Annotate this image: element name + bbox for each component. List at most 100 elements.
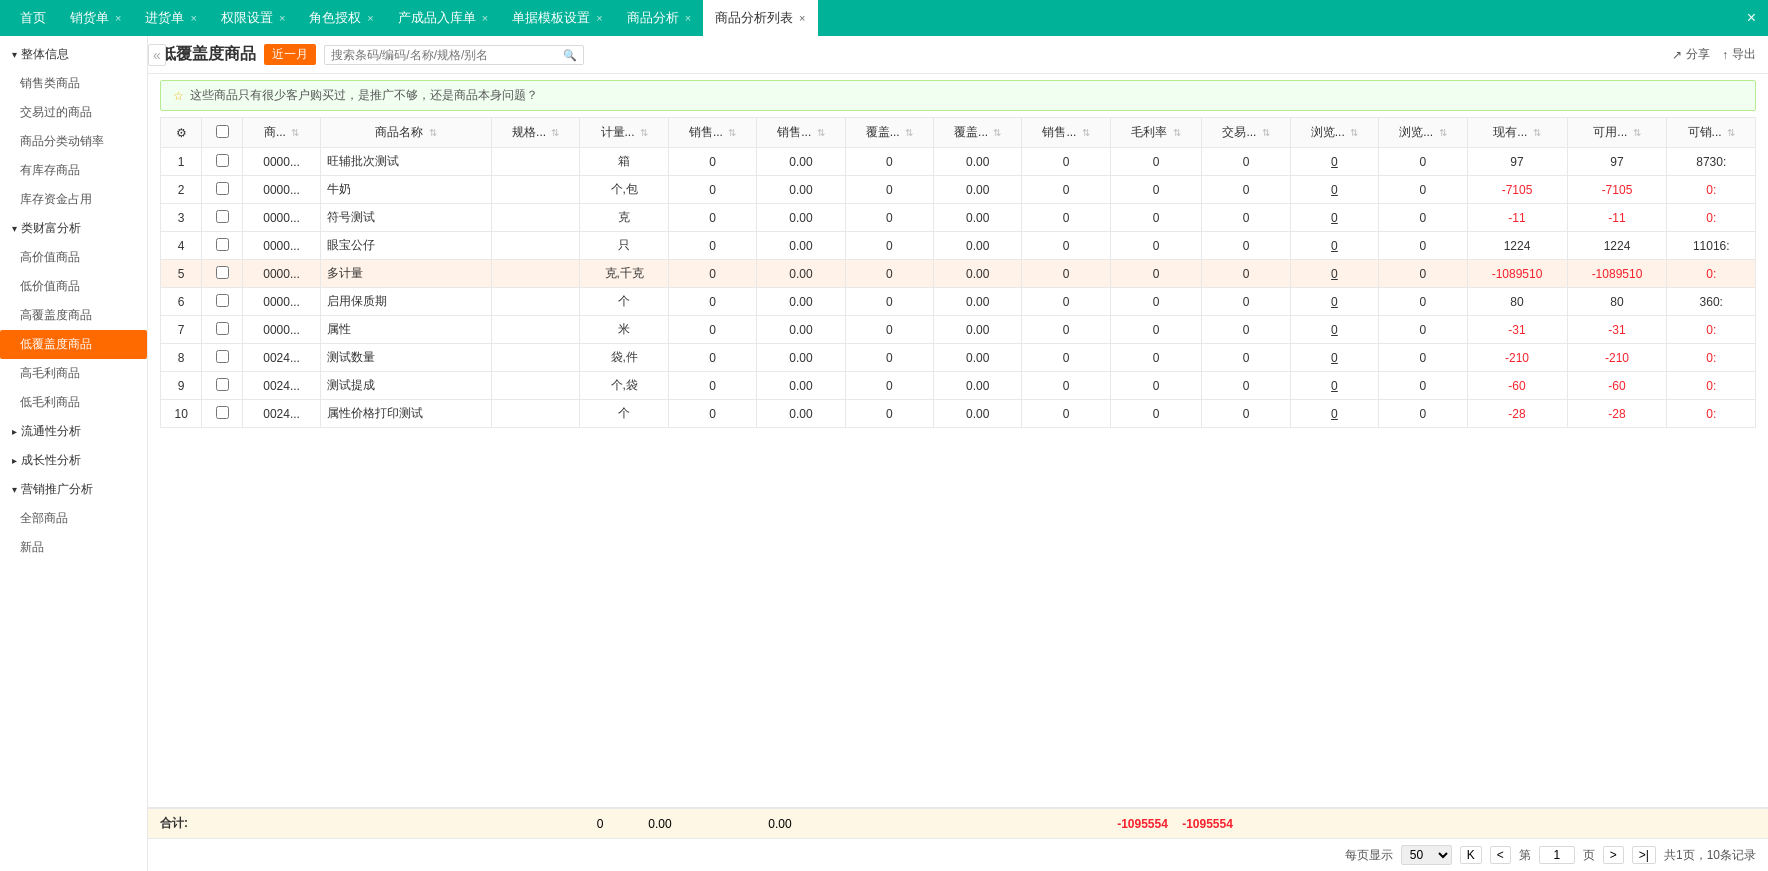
row-browse1[interactable]: 0 xyxy=(1290,344,1378,372)
nav-tab-analysis[interactable]: 商品分析 × xyxy=(615,0,703,36)
row-no: 6 xyxy=(161,288,202,316)
close-analysis-list-icon[interactable]: × xyxy=(799,12,805,24)
row-checkbox[interactable] xyxy=(216,406,229,419)
row-browse1[interactable]: 0 xyxy=(1290,204,1378,232)
row-checkbox[interactable] xyxy=(216,266,229,279)
nav-tab-analysis-list[interactable]: 商品分析列表 × xyxy=(703,0,817,36)
col-sales3[interactable]: 销售... ⇅ xyxy=(1022,118,1110,148)
row-browse2: 0 xyxy=(1379,232,1467,260)
col-coverage1[interactable]: 覆盖... ⇅ xyxy=(845,118,933,148)
row-checkbox[interactable] xyxy=(216,210,229,223)
row-current: 97 xyxy=(1467,148,1567,176)
row-browse1[interactable]: 0 xyxy=(1290,288,1378,316)
page-number-input[interactable] xyxy=(1539,846,1575,864)
sidebar-section-wealth[interactable]: 类财富分析 xyxy=(0,214,147,243)
sidebar-section-overall[interactable]: 整体信息 xyxy=(0,40,147,69)
row-checkbox[interactable] xyxy=(216,294,229,307)
col-sales-amount[interactable]: 销售... ⇅ xyxy=(757,118,845,148)
sidebar-section-growth[interactable]: 成长性分析 xyxy=(0,446,147,475)
date-filter-button[interactable]: 近一月 xyxy=(264,44,316,65)
nav-tab-permission[interactable]: 权限设置 × xyxy=(209,0,297,36)
col-coverage2[interactable]: 覆盖... ⇅ xyxy=(934,118,1022,148)
col-settings[interactable]: ⚙ xyxy=(161,118,202,148)
table-container[interactable]: ⚙ 商... ⇅ 商品名称 ⇅ 规格... ⇅ 计量... ⇅ 销售... ⇅ … xyxy=(148,117,1768,807)
nav-tab-home[interactable]: 首页 xyxy=(8,0,58,36)
col-browse2[interactable]: 浏览... ⇅ xyxy=(1379,118,1467,148)
close-analysis-icon[interactable]: × xyxy=(685,12,691,24)
row-sales-amount: 0.00 xyxy=(757,316,845,344)
prev-page-button[interactable]: < xyxy=(1490,846,1511,864)
row-checkbox[interactable] xyxy=(216,182,229,195)
row-code: 0024... xyxy=(243,372,321,400)
row-browse1[interactable]: 0 xyxy=(1290,260,1378,288)
row-checkbox[interactable] xyxy=(216,154,229,167)
col-unit[interactable]: 计量... ⇅ xyxy=(580,118,668,148)
search-icon[interactable] xyxy=(563,48,577,62)
col-sales-count[interactable]: 销售... ⇅ xyxy=(668,118,756,148)
first-page-button[interactable]: K xyxy=(1460,846,1482,864)
last-page-button[interactable]: >| xyxy=(1632,846,1656,864)
col-sellable[interactable]: 可销... ⇅ xyxy=(1667,118,1756,148)
sidebar-item-high-coverage[interactable]: 高覆盖度商品 xyxy=(0,301,147,330)
close-template-icon[interactable]: × xyxy=(596,12,602,24)
row-browse1[interactable]: 0 xyxy=(1290,148,1378,176)
row-checkbox[interactable] xyxy=(216,378,229,391)
nav-tab-template[interactable]: 单据模板设置 × xyxy=(500,0,614,36)
sidebar-collapse-button[interactable]: « xyxy=(148,44,166,66)
sidebar-item-stock-goods[interactable]: 有库存商品 xyxy=(0,156,147,185)
close-role-icon[interactable]: × xyxy=(367,12,373,24)
sidebar-item-low-value[interactable]: 低价值商品 xyxy=(0,272,147,301)
col-available[interactable]: 可用... ⇅ xyxy=(1567,118,1667,148)
col-transaction[interactable]: 交易... ⇅ xyxy=(1202,118,1290,148)
sidebar-item-all-goods[interactable]: 全部商品 xyxy=(0,504,147,533)
row-no: 4 xyxy=(161,232,202,260)
row-name: 启用保质期 xyxy=(321,288,492,316)
col-code[interactable]: 商... ⇅ xyxy=(243,118,321,148)
sidebar-item-high-value[interactable]: 高价值商品 xyxy=(0,243,147,272)
col-browse1[interactable]: 浏览... ⇅ xyxy=(1290,118,1378,148)
table-body: 1 0000... 旺辅批次测试 箱 0 0.00 0 0.00 0 0 0 0… xyxy=(161,148,1756,428)
nav-tab-products[interactable]: 产成品入库单 × xyxy=(386,0,500,36)
close-products-icon[interactable]: × xyxy=(482,12,488,24)
row-sales-count: 0 xyxy=(668,344,756,372)
row-name: 旺辅批次测试 xyxy=(321,148,492,176)
next-page-button[interactable]: > xyxy=(1603,846,1624,864)
row-browse1[interactable]: 0 xyxy=(1290,316,1378,344)
search-input[interactable] xyxy=(331,48,559,62)
close-all-button[interactable]: × xyxy=(1747,9,1756,27)
export-button[interactable]: ↑ 导出 xyxy=(1722,46,1756,63)
row-browse1[interactable]: 0 xyxy=(1290,400,1378,428)
close-sales-icon[interactable]: × xyxy=(115,12,121,24)
close-permission-icon[interactable]: × xyxy=(279,12,285,24)
row-checkbox[interactable] xyxy=(216,350,229,363)
sidebar-item-high-margin[interactable]: 高毛利商品 xyxy=(0,359,147,388)
nav-tab-purchase[interactable]: 进货单 × xyxy=(133,0,208,36)
col-spec[interactable]: 规格... ⇅ xyxy=(492,118,580,148)
col-current[interactable]: 现有... ⇅ xyxy=(1467,118,1567,148)
col-name[interactable]: 商品名称 ⇅ xyxy=(321,118,492,148)
sidebar-item-traded-goods[interactable]: 交易过的商品 xyxy=(0,98,147,127)
nav-tab-role[interactable]: 角色授权 × xyxy=(297,0,385,36)
share-label: 分享 xyxy=(1686,46,1710,63)
sidebar-item-sales-goods[interactable]: 销售类商品 xyxy=(0,69,147,98)
row-transaction: 0 xyxy=(1202,260,1290,288)
sidebar-section-marketing[interactable]: 营销推广分析 xyxy=(0,475,147,504)
row-checkbox[interactable] xyxy=(216,322,229,335)
share-button[interactable]: ↗ 分享 xyxy=(1672,46,1710,63)
row-checkbox[interactable] xyxy=(216,238,229,251)
row-browse1[interactable]: 0 xyxy=(1290,232,1378,260)
sidebar-item-category-rate[interactable]: 商品分类动销率 xyxy=(0,127,147,156)
close-purchase-icon[interactable]: × xyxy=(190,12,196,24)
sidebar-section-liquidity[interactable]: 流通性分析 xyxy=(0,417,147,446)
sidebar-item-low-coverage[interactable]: 低覆盖度商品 xyxy=(0,330,147,359)
row-browse1[interactable]: 0 xyxy=(1290,372,1378,400)
row-browse1[interactable]: 0 xyxy=(1290,176,1378,204)
sidebar-item-low-margin[interactable]: 低毛利商品 xyxy=(0,388,147,417)
sidebar-item-capital[interactable]: 库存资金占用 xyxy=(0,185,147,214)
row-sales-count: 0 xyxy=(668,176,756,204)
nav-tab-sales[interactable]: 销货单 × xyxy=(58,0,133,36)
col-gross-margin[interactable]: 毛利率 ⇅ xyxy=(1110,118,1202,148)
sidebar-item-new-goods[interactable]: 新品 xyxy=(0,533,147,562)
page-size-select[interactable]: 50 100 200 xyxy=(1401,845,1452,865)
select-all-checkbox[interactable] xyxy=(216,125,229,138)
